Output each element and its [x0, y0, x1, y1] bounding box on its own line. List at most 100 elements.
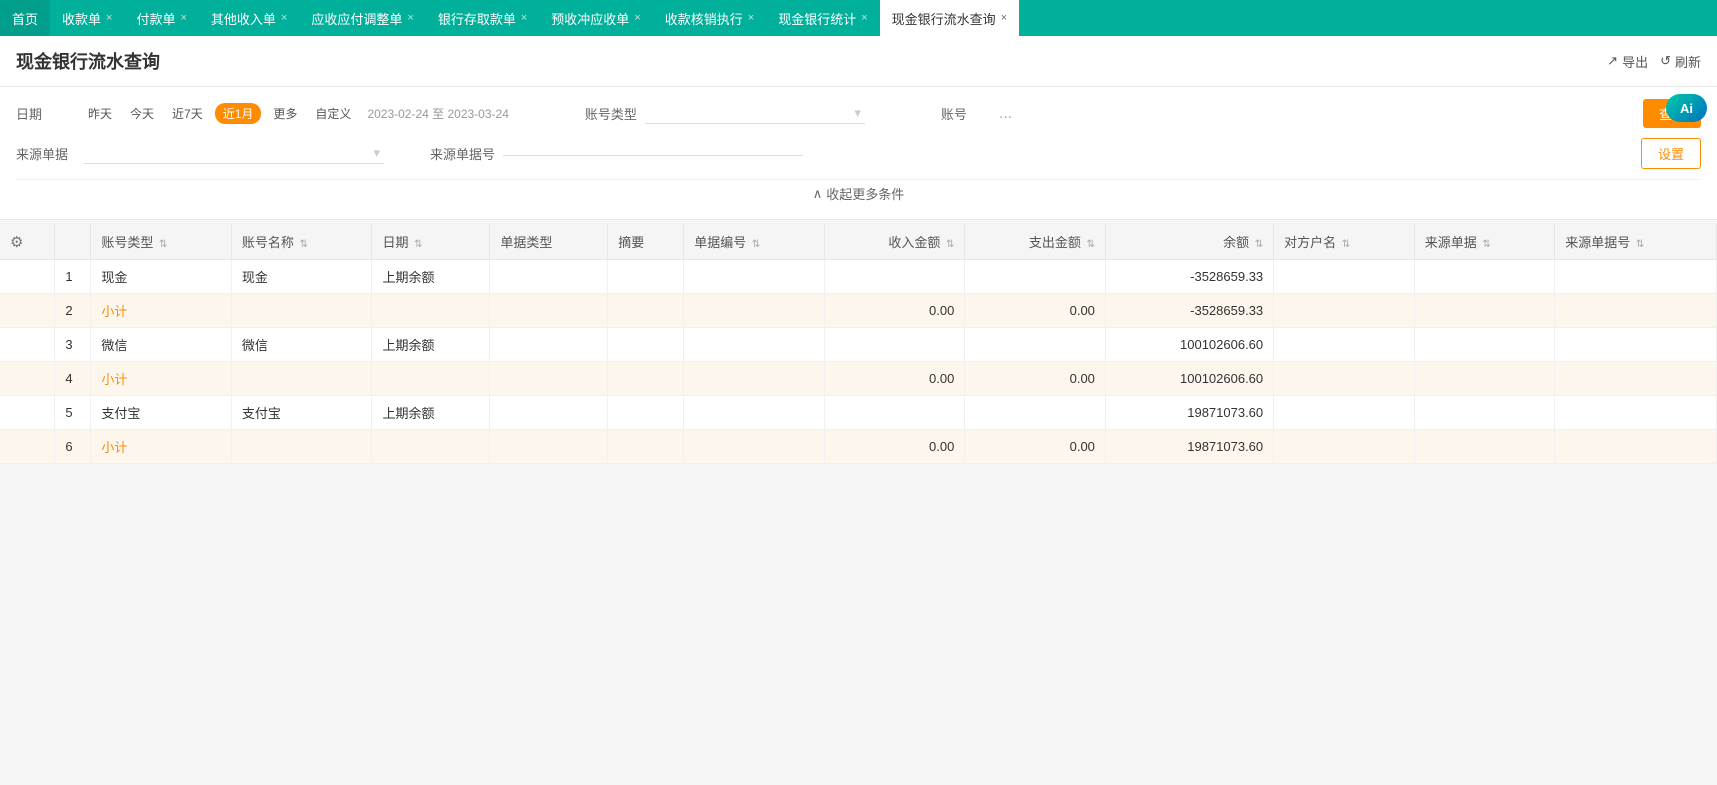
- refresh-button[interactable]: ↺ 刷新: [1660, 52, 1701, 71]
- table-cell: 微信: [231, 328, 372, 362]
- table-cell: [231, 430, 372, 464]
- col-expense[interactable]: 支出金额 ⇅: [965, 224, 1106, 260]
- col-settings[interactable]: ⚙: [0, 224, 55, 260]
- date-btn-today[interactable]: 今天: [124, 103, 160, 124]
- table-cell: [1414, 294, 1555, 328]
- table-cell: 0.00: [824, 430, 965, 464]
- col-source-doc-no[interactable]: 来源单据号 ⇅: [1555, 224, 1717, 260]
- export-label: 导出: [1622, 52, 1648, 71]
- date-btn-custom[interactable]: 自定义: [309, 103, 357, 124]
- table-cell: [490, 294, 608, 328]
- sort-icon: ⇅: [1342, 239, 1350, 250]
- close-icon[interactable]: ×: [407, 12, 413, 24]
- nav-tab-shoukuandan[interactable]: 收款单 ×: [50, 0, 124, 36]
- table-cell: [965, 396, 1106, 430]
- nav-tab-label: 银行存取款单: [438, 9, 516, 28]
- page-title: 现金银行流水查询: [16, 48, 160, 74]
- table-cell: [608, 260, 684, 294]
- table-cell: 2: [55, 294, 91, 328]
- nav-tab-qitashourudan[interactable]: 其他收入单 ×: [199, 0, 299, 36]
- table-cell: [1414, 362, 1555, 396]
- table-cell: 19871073.60: [1105, 396, 1273, 430]
- table-cell: [1274, 260, 1415, 294]
- nav-tab-yingshouyingfu[interactable]: 应收应付调整单 ×: [299, 0, 425, 36]
- close-icon[interactable]: ×: [634, 12, 640, 24]
- close-icon[interactable]: ×: [861, 12, 867, 24]
- table-cell: 上期余额: [372, 328, 490, 362]
- table-cell: [490, 328, 608, 362]
- account-ellipsis[interactable]: ...: [999, 105, 1012, 123]
- table-cell: [1274, 362, 1415, 396]
- date-btn-more[interactable]: 更多: [267, 103, 303, 124]
- table-row: 3微信微信上期余额100102606.60: [0, 328, 1717, 362]
- col-summary-label: 摘要: [618, 235, 644, 250]
- nav-tab-label: 付款单: [136, 9, 175, 28]
- account-type-select[interactable]: ▾: [645, 103, 865, 124]
- col-income[interactable]: 收入金额 ⇅: [824, 224, 965, 260]
- col-source-doc-no-label: 来源单据号: [1565, 235, 1630, 250]
- filter-row-2: 来源单据 ▾ 来源单据号 设置: [16, 138, 1701, 169]
- col-doc-type-label: 单据类型: [500, 235, 552, 250]
- col-balance-label: 余额: [1223, 235, 1249, 250]
- close-icon[interactable]: ×: [281, 12, 287, 24]
- sort-icon: ⇅: [1636, 239, 1644, 250]
- table-cell: [1555, 260, 1717, 294]
- ai-button[interactable]: Ai: [1666, 94, 1707, 122]
- col-balance[interactable]: 余额 ⇅: [1105, 224, 1273, 260]
- col-source-doc[interactable]: 来源单据 ⇅: [1414, 224, 1555, 260]
- sort-icon: ⇅: [946, 239, 954, 250]
- table-cell: 微信: [91, 328, 232, 362]
- col-account-name[interactable]: 账号名称 ⇅: [231, 224, 372, 260]
- nav-tab-label: 预收冲应收单: [551, 9, 629, 28]
- filter-area: 日期 昨天 今天 近7天 近1月 更多 自定义 2023-02-24 至 202…: [0, 87, 1717, 220]
- source-doc-select[interactable]: ▾: [84, 143, 384, 164]
- table-cell: [1555, 294, 1717, 328]
- nav-tab-yinhangcunqu[interactable]: 银行存取款单 ×: [426, 0, 539, 36]
- source-doc-label: 来源单据: [16, 144, 68, 163]
- close-icon[interactable]: ×: [748, 12, 754, 24]
- close-icon[interactable]: ×: [1001, 12, 1007, 24]
- ai-label: Ai: [1680, 101, 1693, 116]
- settings-icon[interactable]: ⚙: [10, 234, 23, 251]
- table-cell: [1555, 328, 1717, 362]
- table-cell: [684, 396, 825, 430]
- col-date[interactable]: 日期 ⇅: [372, 224, 490, 260]
- table-cell: [684, 294, 825, 328]
- table-cell: [1555, 430, 1717, 464]
- nav-tab-label: 其他收入单: [211, 9, 276, 28]
- table-cell: 支付宝: [231, 396, 372, 430]
- setting-button[interactable]: 设置: [1641, 138, 1701, 169]
- nav-tab-yushouchen[interactable]: 预收冲应收单 ×: [539, 0, 652, 36]
- date-btn-yesterday[interactable]: 昨天: [82, 103, 118, 124]
- collapse-bar[interactable]: ∧ 收起更多条件: [16, 179, 1701, 207]
- table-cell: 上期余额: [372, 396, 490, 430]
- table-cell: 支付宝: [91, 396, 232, 430]
- source-doc-no-label: 来源单据号: [430, 144, 495, 163]
- date-btn-1month[interactable]: 近1月: [215, 103, 262, 124]
- col-account-type[interactable]: 账号类型 ⇅: [91, 224, 232, 260]
- table-cell: 4: [55, 362, 91, 396]
- date-btn-7days[interactable]: 近7天: [166, 103, 209, 124]
- source-doc-no-input[interactable]: [503, 151, 803, 156]
- export-button[interactable]: ↗ 导出: [1607, 52, 1648, 71]
- nav-tab-fukuandan[interactable]: 付款单 ×: [124, 0, 198, 36]
- close-icon[interactable]: ×: [180, 12, 186, 24]
- nav-tab-label: 现金银行流水查询: [892, 9, 996, 28]
- col-account-type-label: 账号类型: [101, 235, 153, 250]
- nav-tab-xianjinyinhang[interactable]: 现金银行统计 ×: [766, 0, 879, 36]
- table-cell: [1274, 396, 1415, 430]
- sort-icon: ⇅: [159, 239, 167, 250]
- nav-tab-shoukuanhexiao[interactable]: 收款核销执行 ×: [653, 0, 766, 36]
- col-doc-no[interactable]: 单据编号 ⇅: [684, 224, 825, 260]
- nav-tab-label: 应收应付调整单: [311, 9, 402, 28]
- close-icon[interactable]: ×: [106, 12, 112, 24]
- nav-home[interactable]: 首页: [0, 0, 50, 36]
- table-cell: [1414, 430, 1555, 464]
- table-cell: [608, 430, 684, 464]
- nav-tab-liushui[interactable]: 现金银行流水查询 ×: [880, 0, 1019, 36]
- table-cell: 0.00: [965, 362, 1106, 396]
- close-icon[interactable]: ×: [521, 12, 527, 24]
- col-counterpart[interactable]: 对方户名 ⇅: [1274, 224, 1415, 260]
- nav-tab-label: 收款单: [62, 9, 101, 28]
- table-cell: [608, 396, 684, 430]
